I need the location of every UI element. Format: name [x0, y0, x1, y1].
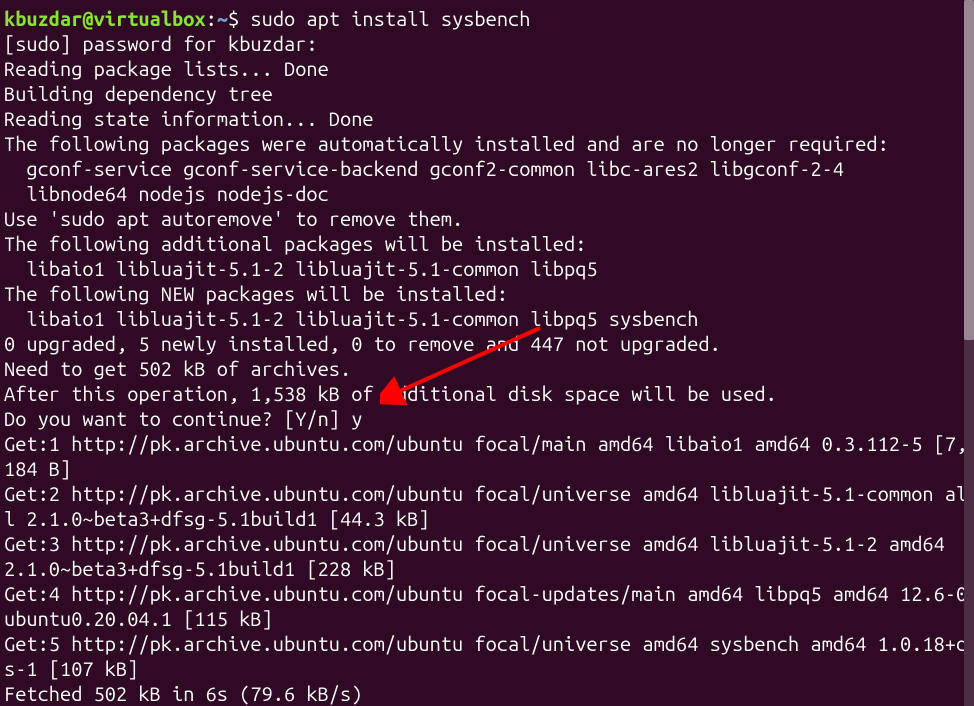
output-line: Fetched 502 kB in 6s (79.6 kB/s) [4, 682, 362, 705]
output-line: Building dependency tree [4, 82, 273, 105]
scrollbar-track[interactable] [964, 0, 974, 706]
output-line: libnode64 nodejs nodejs-doc [4, 182, 329, 205]
output-line: Use 'sudo apt autoremove' to remove them… [4, 207, 463, 230]
output-line: Get:1 http://pk.archive.ubuntu.com/ubunt… [4, 432, 967, 480]
prompt-separator: : [206, 7, 217, 30]
output-line: Get:3 http://pk.archive.ubuntu.com/ubunt… [4, 532, 956, 580]
output-line: Reading package lists... Done [4, 57, 329, 80]
terminal-output[interactable]: kbuzdar@virtualbox:~$ sudo apt install s… [0, 0, 974, 706]
output-line: Get:2 http://pk.archive.ubuntu.com/ubunt… [4, 482, 967, 530]
scrollbar-thumb[interactable] [964, 0, 974, 340]
output-line: Reading state information... Done [4, 107, 374, 130]
prompt-dollar: $ [228, 7, 250, 30]
output-line: The following additional packages will b… [4, 232, 586, 255]
output-line: [sudo] password for kbuzdar: [4, 32, 318, 55]
output-line: Need to get 502 kB of archives. [4, 357, 351, 380]
output-line: The following NEW packages will be insta… [4, 282, 508, 305]
output-line: libaio1 libluajit-5.1-2 libluajit-5.1-co… [4, 257, 598, 280]
output-line: Do you want to continue? [Y/n] y [4, 407, 362, 430]
output-line: libaio1 libluajit-5.1-2 libluajit-5.1-co… [4, 307, 698, 330]
output-line: Get:5 http://pk.archive.ubuntu.com/ubunt… [4, 632, 967, 680]
output-line: After this operation, 1,538 kB of additi… [4, 382, 777, 405]
output-line: Get:4 http://pk.archive.ubuntu.com/ubunt… [4, 582, 967, 630]
output-line: gconf-service gconf-service-backend gcon… [4, 157, 844, 180]
prompt-user: kbuzdar@virtualbox [4, 7, 206, 30]
output-line: 0 upgraded, 5 newly installed, 0 to remo… [4, 332, 721, 355]
output-line: The following packages were automaticall… [4, 132, 889, 155]
prompt-path: ~ [217, 7, 228, 30]
command-text: sudo apt install sysbench [250, 7, 530, 30]
